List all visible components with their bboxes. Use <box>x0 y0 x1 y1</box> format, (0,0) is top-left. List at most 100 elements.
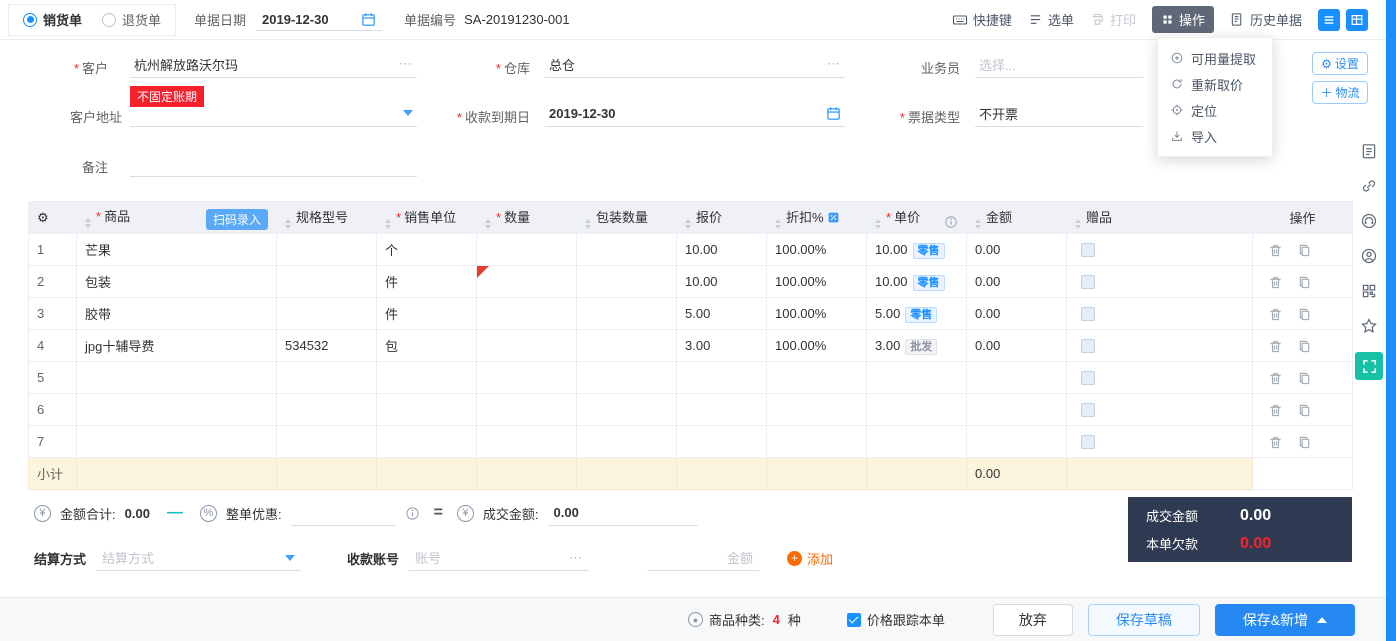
price-type-badge[interactable]: 零售 <box>905 306 938 323</box>
cell-product[interactable] <box>76 393 277 426</box>
cell-spec[interactable] <box>276 393 377 426</box>
batch-edit-icon[interactable] <box>827 211 840 224</box>
sort-icon[interactable] <box>1075 218 1081 229</box>
table-row[interactable]: 3 胶带 件 5.00 100.00% 5.00 零售 0.00 <box>28 297 1353 330</box>
gift-checkbox[interactable] <box>1081 435 1095 450</box>
col-qty[interactable]: 数量 <box>476 201 577 234</box>
service-icon[interactable] <box>1360 212 1378 230</box>
cell-product[interactable] <box>76 425 277 458</box>
sort-icon[interactable] <box>775 218 781 229</box>
cell-qty[interactable] <box>476 297 577 330</box>
gift-checkbox[interactable] <box>1081 403 1095 418</box>
menu-item-available-qty[interactable]: 可用量提取 <box>1158 45 1272 71</box>
save-draft-button[interactable]: 保存草稿 <box>1087 603 1200 636</box>
copy-row-button[interactable] <box>1297 307 1312 322</box>
cell-qty[interactable] <box>476 361 577 394</box>
remark-field[interactable] <box>130 150 417 177</box>
cell-price[interactable]: 10.00 零售 <box>866 265 967 298</box>
cell-quote[interactable] <box>676 393 767 426</box>
cell-unit[interactable] <box>376 361 477 394</box>
cell-product[interactable] <box>76 361 277 394</box>
col-product[interactable]: 商品扫码录入 <box>76 201 277 234</box>
cell-product[interactable]: 包装 <box>76 265 277 298</box>
col-quote[interactable]: 报价 <box>676 201 767 234</box>
fullscreen-button[interactable] <box>1355 352 1383 380</box>
deal-amount-input[interactable]: 0.00 <box>547 501 698 526</box>
calendar-icon[interactable] <box>361 12 376 27</box>
copy-row-button[interactable] <box>1297 243 1312 258</box>
cell-qty[interactable] <box>476 393 577 426</box>
radio-return-order[interactable]: 退货单 <box>102 10 161 29</box>
cell-product[interactable]: 胶带 <box>76 297 277 330</box>
doc-date-field[interactable]: 2019-12-30 <box>256 9 383 31</box>
table-row[interactable]: 5 <box>28 361 1353 394</box>
cell-qty-error-marker[interactable] <box>476 265 577 298</box>
cell-spec[interactable] <box>276 233 377 266</box>
cell-quote[interactable]: 3.00 <box>676 329 767 362</box>
delete-row-button[interactable] <box>1268 403 1283 418</box>
info-icon[interactable] <box>405 506 420 521</box>
info-icon[interactable] <box>944 215 958 229</box>
cell-spec[interactable] <box>276 425 377 458</box>
cell-price[interactable] <box>866 425 967 458</box>
menu-item-reprice[interactable]: 重新取价 <box>1158 71 1272 97</box>
logistics-button[interactable]: ＋ 物流 <box>1312 81 1368 104</box>
cell-qty[interactable] <box>476 425 577 458</box>
cell-quote[interactable]: 10.00 <box>676 265 767 298</box>
chevron-down-icon[interactable] <box>403 110 413 116</box>
cell-unit[interactable] <box>376 425 477 458</box>
col-amount[interactable]: 金额 <box>966 201 1067 234</box>
sort-icon[interactable] <box>585 218 591 229</box>
price-track-option[interactable]: 价格跟踪本单 <box>846 610 945 629</box>
cell-product[interactable]: jpg十辅导费 <box>76 329 277 362</box>
cell-pkg[interactable] <box>576 265 677 298</box>
sort-icon[interactable] <box>385 218 391 229</box>
warehouse-field[interactable]: 总仓 ⋯ <box>545 51 845 78</box>
cell-price[interactable]: 3.00 批发 <box>866 329 967 362</box>
cell-discount[interactable]: 100.00% <box>766 265 867 298</box>
table-row[interactable]: 1 芒果 个 10.00 100.00% 10.00 零售 0.00 <box>28 233 1353 266</box>
account-input[interactable]: 账号 ⋯ <box>409 546 590 571</box>
col-spec[interactable]: 规格型号 <box>276 201 377 234</box>
cell-discount[interactable]: 100.00% <box>766 297 867 330</box>
cell-unit[interactable]: 件 <box>376 297 477 330</box>
sort-icon[interactable] <box>285 218 291 229</box>
delete-row-button[interactable] <box>1268 243 1283 258</box>
col-pkg-qty[interactable]: 包装数量 <box>576 201 677 234</box>
col-gift[interactable]: 赠品 <box>1066 201 1253 234</box>
cell-pkg[interactable] <box>576 361 677 394</box>
calendar-icon[interactable] <box>826 106 841 121</box>
cell-spec[interactable] <box>276 361 377 394</box>
cell-discount[interactable] <box>766 361 867 394</box>
cell-discount[interactable]: 100.00% <box>766 329 867 362</box>
customer-field[interactable]: 杭州解放路沃尔玛 ⋯ <box>130 51 417 78</box>
cell-quote[interactable]: 10.00 <box>676 233 767 266</box>
cell-spec[interactable] <box>276 297 377 330</box>
settle-method-select[interactable]: 结算方式 <box>96 546 302 571</box>
sort-icon[interactable] <box>975 218 981 229</box>
order-discount-input[interactable] <box>290 501 396 526</box>
col-price[interactable]: 单价 <box>866 201 967 234</box>
view-grid-toggle[interactable] <box>1346 8 1368 31</box>
delete-row-button[interactable] <box>1268 275 1283 290</box>
table-row[interactable]: 4 jpg十辅导费 534532 包 3.00 100.00% 3.00 批发 0… <box>28 329 1353 362</box>
radio-sale-order[interactable]: 销货单 <box>23 10 82 29</box>
cancel-button[interactable]: 放弃 <box>992 603 1073 636</box>
table-row[interactable]: 2 包装 件 10.00 100.00% 10.00 零售 0.00 <box>28 265 1353 298</box>
cell-price[interactable] <box>866 393 967 426</box>
right-edge-bar[interactable] <box>1386 0 1396 641</box>
gift-checkbox[interactable] <box>1081 307 1095 322</box>
cell-spec[interactable]: 534532 <box>276 329 377 362</box>
column-settings-button[interactable]: ⚙ <box>28 201 77 234</box>
shortcut-button[interactable]: 快捷键 <box>952 10 1012 29</box>
delete-row-button[interactable] <box>1268 307 1283 322</box>
cell-quote[interactable] <box>676 361 767 394</box>
cell-quote[interactable] <box>676 425 767 458</box>
table-row[interactable]: 7 <box>28 425 1353 458</box>
gift-checkbox[interactable] <box>1081 371 1095 386</box>
settings-button[interactable]: ⚙ 设置 <box>1312 52 1368 75</box>
cell-unit[interactable]: 件 <box>376 265 477 298</box>
warehouse-more-icon[interactable]: ⋯ <box>827 56 841 72</box>
cell-unit[interactable] <box>376 393 477 426</box>
operation-button[interactable]: 操作 <box>1151 6 1214 33</box>
